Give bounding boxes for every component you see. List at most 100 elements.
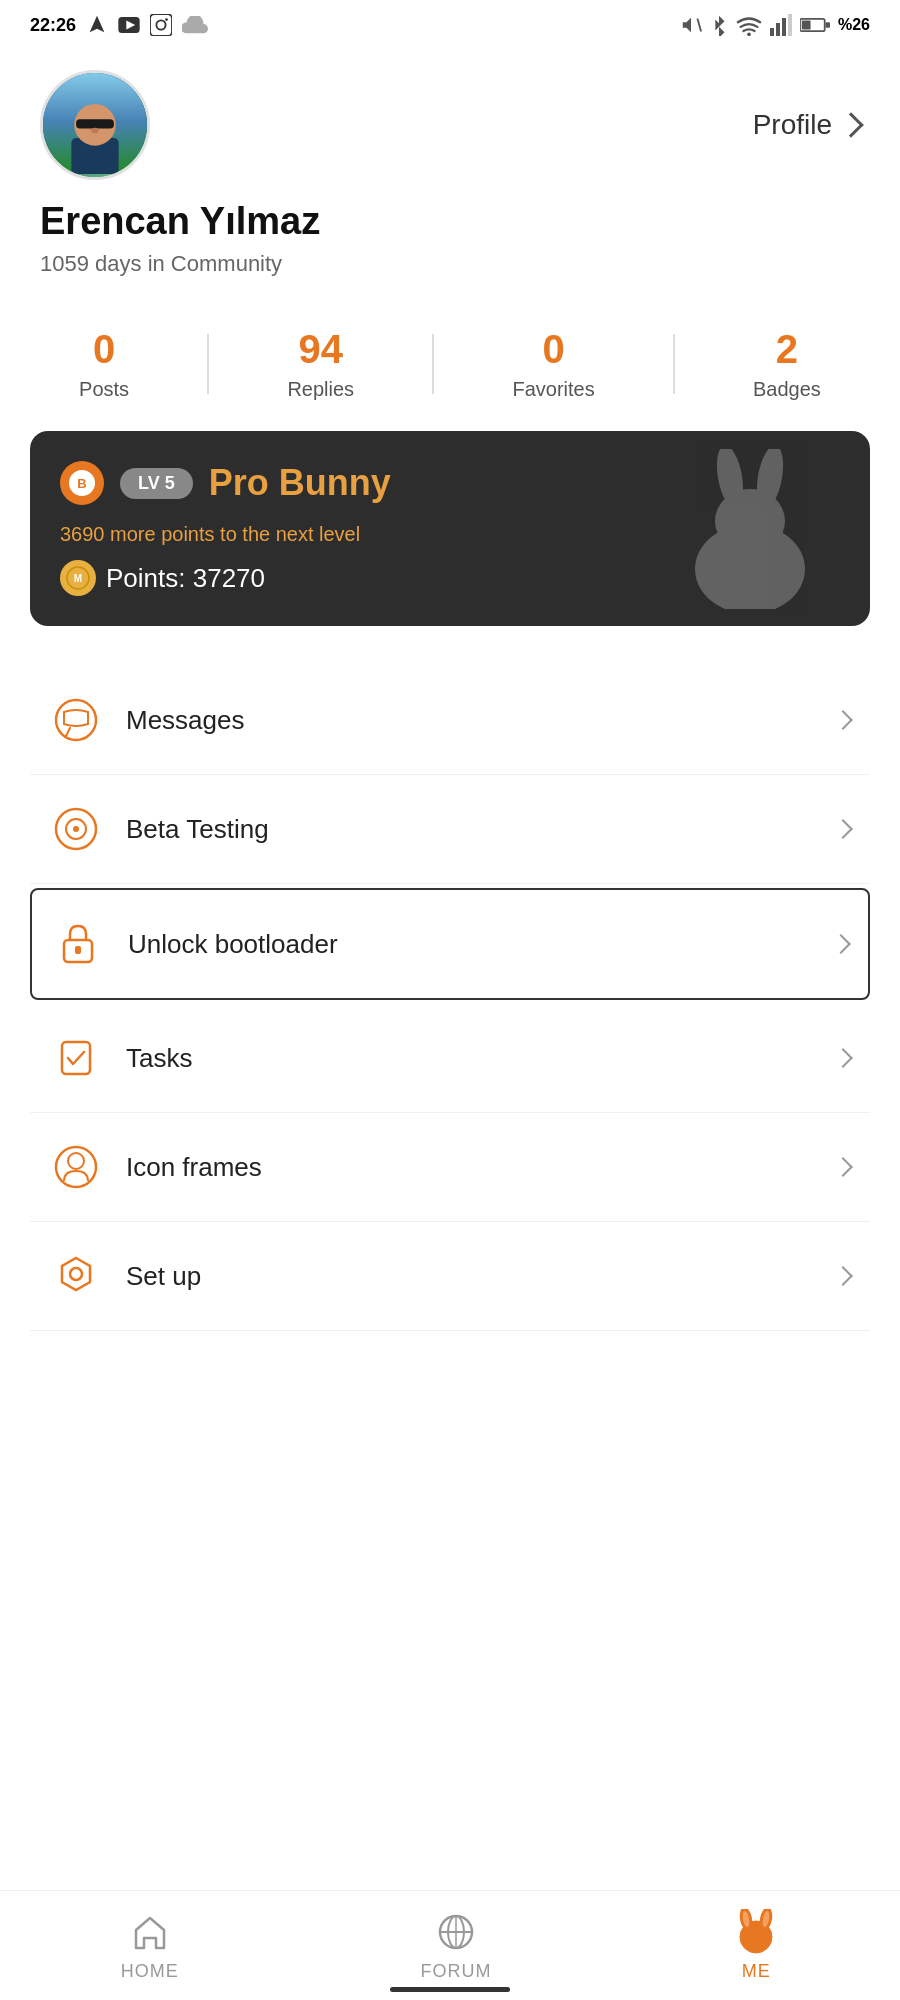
svg-text:M: M (74, 573, 82, 584)
icon-frames-label: Icon frames (126, 1152, 262, 1183)
tasks-chevron-icon (833, 1048, 853, 1068)
stat-badges-label: Badges (753, 378, 821, 401)
nav-home[interactable]: HOME (91, 1899, 209, 1992)
svg-point-35 (68, 1153, 84, 1169)
bluetooth-icon (710, 14, 728, 36)
menu-item-beta-testing[interactable]: Beta Testing (30, 775, 870, 884)
stats-row: 0 Posts 94 Replies 0 Favorites 2 Badges (0, 307, 900, 421)
stat-favorites-value: 0 (542, 327, 564, 372)
instagram-icon (150, 14, 172, 36)
coin-svg: B (67, 468, 97, 498)
user-name: Erencan Yılmaz (40, 200, 860, 243)
svg-rect-8 (776, 23, 780, 36)
messages-chevron-icon (833, 710, 853, 730)
battery-icon (800, 16, 830, 34)
menu-item-messages[interactable]: Messages (30, 666, 870, 775)
status-right: %26 (680, 14, 870, 36)
cloud-icon (182, 16, 208, 34)
tasks-label: Tasks (126, 1043, 192, 1074)
icon-frames-icon (50, 1141, 102, 1193)
points-coin-icon: M (60, 560, 96, 596)
wifi-icon (736, 14, 762, 36)
bottom-home-indicator (390, 1987, 510, 1992)
svg-point-4 (165, 18, 168, 21)
home-nav-label: HOME (121, 1961, 179, 1982)
stat-replies[interactable]: 94 Replies (287, 327, 354, 401)
stat-divider-1 (207, 334, 209, 394)
stat-badges-value: 2 (776, 327, 798, 372)
signal-icon (770, 14, 792, 36)
messages-label: Messages (126, 705, 245, 736)
profile-chevron-icon (838, 112, 863, 137)
bunny-bg (650, 431, 850, 626)
stat-posts-value: 0 (93, 327, 115, 372)
svg-point-6 (747, 32, 751, 36)
stat-favorites[interactable]: 0 Favorites (512, 327, 594, 401)
stat-replies-label: Replies (287, 378, 354, 401)
unlock-bootloader-label: Unlock bootloader (128, 929, 338, 960)
svg-point-30 (73, 826, 79, 832)
menu-item-setup[interactable]: Set up (30, 1222, 870, 1331)
svg-rect-17 (76, 119, 114, 128)
status-time: 22:26 (30, 15, 76, 36)
svg-point-3 (156, 20, 165, 29)
setup-icon (50, 1250, 102, 1302)
level-name: Pro Bunny (209, 462, 391, 504)
menu-list: Messages Beta Testing (0, 656, 900, 1341)
level-tag: LV 5 (120, 468, 193, 499)
level-card: B LV 5 Pro Bunny 3690 more points to the… (30, 431, 870, 626)
navigation-icon (86, 14, 108, 36)
unlock-bootloader-chevron-icon (831, 934, 851, 954)
tasks-icon (50, 1032, 102, 1084)
menu-item-tasks[interactable]: Tasks (30, 1004, 870, 1113)
svg-rect-32 (75, 946, 81, 954)
header-area: Profile (0, 50, 900, 190)
setup-chevron-icon (833, 1266, 853, 1286)
icon-frames-chevron-icon (833, 1157, 853, 1177)
svg-rect-33 (62, 1042, 90, 1074)
svg-rect-13 (826, 22, 830, 27)
youtube-icon (118, 17, 140, 33)
stat-posts-label: Posts (79, 378, 129, 401)
svg-line-5 (697, 19, 701, 32)
svg-point-18 (91, 128, 99, 134)
avatar[interactable] (40, 70, 150, 180)
svg-rect-12 (802, 21, 811, 30)
forum-nav-icon (433, 1909, 479, 1955)
profile-link[interactable]: Profile (753, 109, 860, 141)
mute-icon (680, 14, 702, 36)
svg-rect-7 (770, 28, 774, 36)
svg-rect-9 (782, 18, 786, 36)
svg-text:B: B (77, 476, 86, 491)
svg-rect-2 (150, 14, 172, 36)
unlock-bootloader-icon (52, 918, 104, 970)
nav-me[interactable]: ME (703, 1899, 809, 1992)
beta-testing-icon (50, 803, 102, 855)
setup-label: Set up (126, 1261, 201, 1292)
stat-badges[interactable]: 2 Badges (753, 327, 821, 401)
beta-testing-chevron-icon (833, 819, 853, 839)
menu-item-icon-frames[interactable]: Icon frames (30, 1113, 870, 1222)
home-nav-icon (127, 1909, 173, 1955)
battery-percent: %26 (838, 16, 870, 34)
bunny-silhouette-icon (660, 449, 840, 609)
user-info: Erencan Yılmaz 1059 days in Community (0, 190, 900, 297)
profile-link-text: Profile (753, 109, 832, 141)
me-nav-label: ME (742, 1961, 771, 1982)
forum-nav-label: FORUM (420, 1961, 491, 1982)
stat-posts[interactable]: 0 Posts (79, 327, 129, 401)
nav-forum[interactable]: FORUM (390, 1899, 521, 1992)
points-value: Points: 37270 (106, 563, 265, 594)
stat-favorites-label: Favorites (512, 378, 594, 401)
stat-replies-value: 94 (299, 327, 344, 372)
svg-marker-36 (62, 1258, 90, 1290)
stat-divider-3 (673, 334, 675, 394)
user-days: 1059 days in Community (40, 251, 860, 277)
menu-item-unlock-bootloader[interactable]: Unlock bootloader (30, 888, 870, 1000)
svg-point-27 (56, 700, 96, 740)
beta-testing-label: Beta Testing (126, 814, 269, 845)
avatar-image (43, 70, 147, 177)
messages-icon (50, 694, 102, 746)
bottom-nav: HOME FORUM (0, 1890, 900, 2000)
status-left: 22:26 (30, 14, 208, 36)
